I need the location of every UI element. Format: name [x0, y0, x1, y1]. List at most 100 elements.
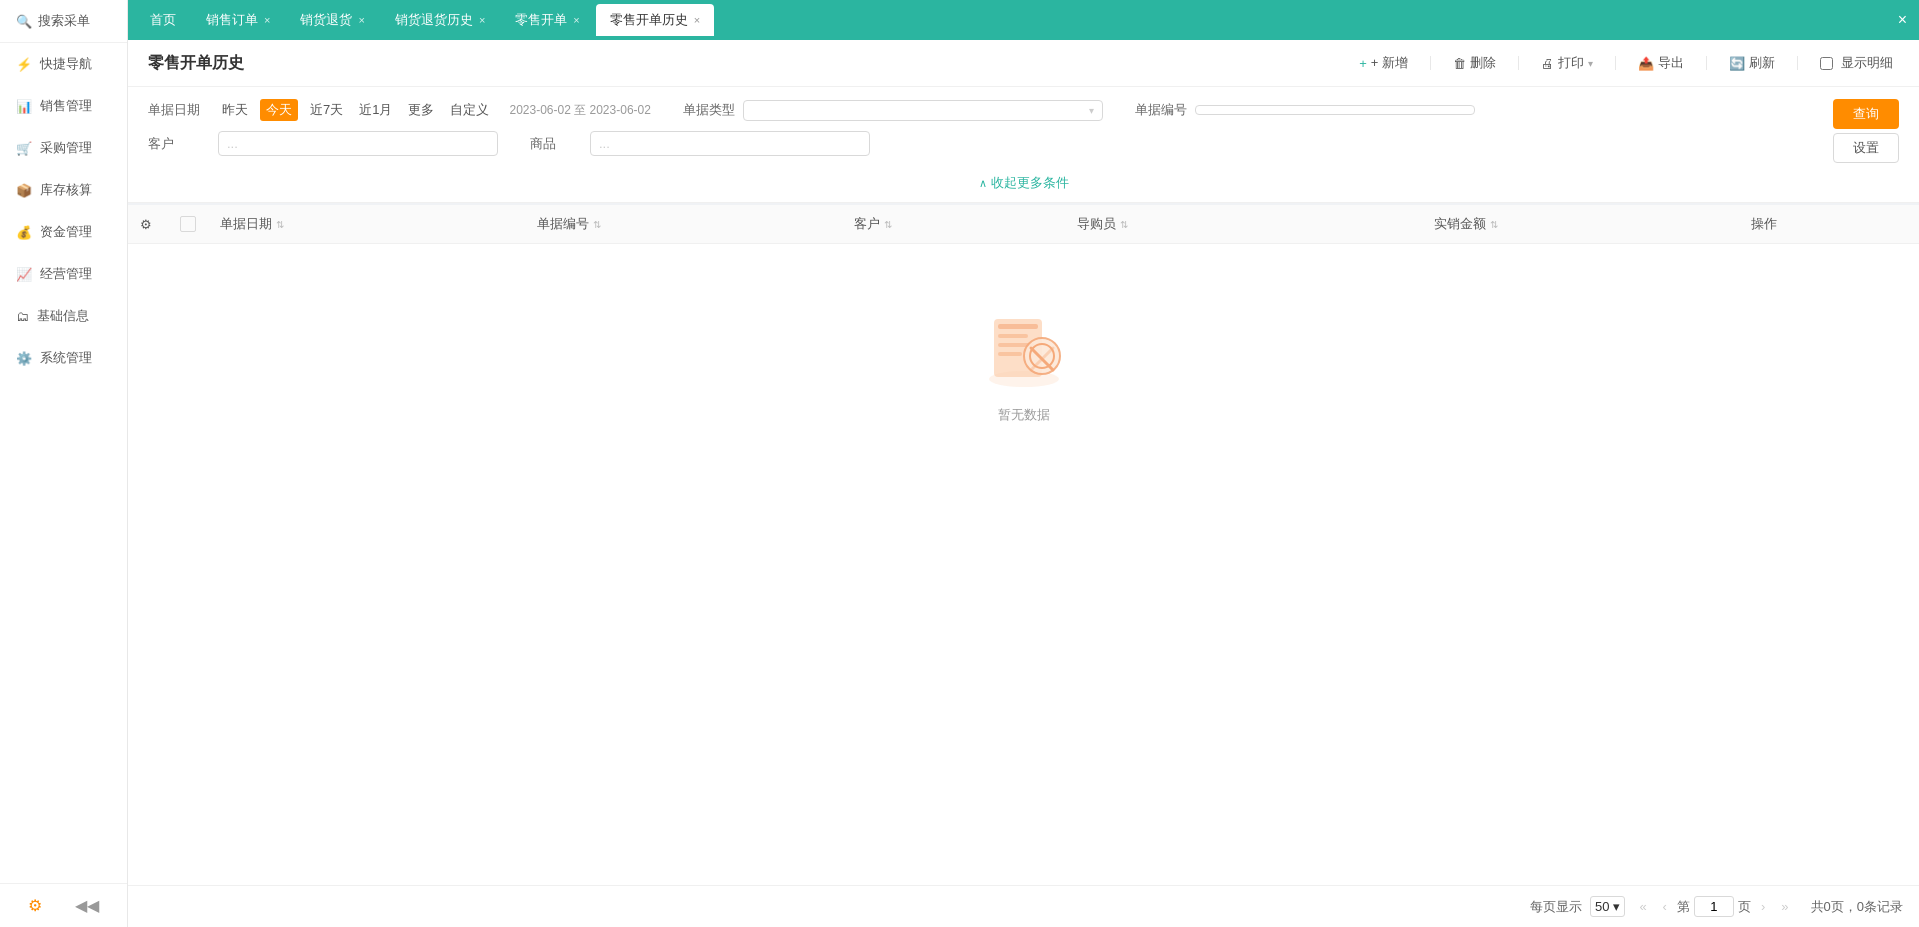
tab-sales-return-history[interactable]: 销货退货历史 ×	[381, 4, 499, 36]
toolbar-divider-3	[1615, 56, 1616, 70]
th-checkbox	[168, 205, 208, 244]
sort-customer-icon: ⇅	[884, 219, 892, 230]
sort-date[interactable]: 单据日期 ⇅	[220, 215, 513, 233]
sidebar-item-label: 销售管理	[40, 97, 92, 115]
settings-icon[interactable]: ⚙	[28, 896, 42, 915]
th-no: 单据编号 ⇅	[525, 205, 842, 244]
refresh-button[interactable]: 🔄 刷新	[1723, 50, 1781, 76]
tab-sales-return[interactable]: 销货退货 ×	[286, 4, 378, 36]
sidebar-item-sales-mgmt[interactable]: 📊 销售管理	[0, 85, 127, 127]
page-first-btn[interactable]: «	[1633, 897, 1652, 916]
filter-settings-button[interactable]: 设置	[1833, 133, 1899, 163]
tab-sales-order[interactable]: 销售订单 ×	[192, 4, 284, 36]
date-option-yesterday[interactable]: 昨天	[218, 99, 252, 121]
page-next-btn[interactable]: ›	[1755, 897, 1771, 916]
delete-icon: 🗑	[1453, 56, 1466, 71]
page-title: 零售开单历史	[148, 53, 244, 74]
order-type-input[interactable]: ▾	[743, 100, 1103, 121]
th-amount: 实销金额 ⇅	[1422, 205, 1739, 244]
table-container: ⚙ 单据日期 ⇅	[128, 205, 1919, 927]
order-type-label: 单据类型	[683, 101, 743, 119]
export-button[interactable]: 📤 导出	[1632, 50, 1690, 76]
sort-amount[interactable]: 实销金额 ⇅	[1434, 215, 1727, 233]
finance-icon: 💰	[16, 225, 32, 240]
th-no-label: 单据编号	[537, 215, 589, 233]
sidebar-item-finance[interactable]: 💰 资金管理	[0, 211, 127, 253]
sort-no[interactable]: 单据编号 ⇅	[537, 215, 830, 233]
date-range: 2023-06-02 至 2023-06-02	[509, 102, 650, 119]
tab-retail-history-close[interactable]: ×	[694, 14, 700, 26]
tab-sales-return-history-close[interactable]: ×	[479, 14, 485, 26]
toolbar-divider-1	[1430, 56, 1431, 70]
date-option-last7[interactable]: 近7天	[306, 99, 347, 121]
th-customer: 客户 ⇅	[842, 205, 1065, 244]
sort-no-icon: ⇅	[593, 219, 601, 230]
date-option-last1m[interactable]: 近1月	[355, 99, 396, 121]
collapse-button[interactable]: ∧ 收起更多条件	[967, 170, 1081, 196]
delete-button[interactable]: 🗑 删除	[1447, 50, 1502, 76]
goods-label: 商品	[530, 135, 590, 153]
tabs-bar: 首页 销售订单 × 销货退货 × 销货退货历史 × 零售开单 × 零售开单历史 …	[128, 0, 1919, 40]
page-navigation: « ‹ 第 页 › »	[1633, 896, 1794, 917]
sidebar-item-quick-nav[interactable]: ⚡ 快捷导航	[0, 43, 127, 85]
tab-retail-open-label: 零售开单	[515, 11, 567, 29]
add-button[interactable]: + + 新增	[1353, 50, 1414, 76]
th-guide-label: 导购员	[1077, 215, 1116, 233]
page-last-btn[interactable]: »	[1775, 897, 1794, 916]
tab-sales-return-close[interactable]: ×	[358, 14, 364, 26]
tab-retail-open[interactable]: 零售开单 ×	[501, 4, 593, 36]
display-detail-button[interactable]: 显示明细	[1814, 50, 1899, 76]
display-detail-checkbox[interactable]	[1820, 57, 1833, 70]
customer-input[interactable]: ...	[218, 131, 498, 156]
print-icon: 🖨	[1541, 56, 1554, 71]
tab-sales-order-label: 销售订单	[206, 11, 258, 29]
order-no-label: 单据编号	[1135, 101, 1195, 119]
window-close-btn[interactable]: ×	[1894, 11, 1911, 29]
table-scroll[interactable]: ⚙ 单据日期 ⇅	[128, 205, 1919, 885]
tab-sales-return-history-label: 销货退货历史	[395, 11, 473, 29]
sidebar-item-label: 基础信息	[37, 307, 89, 325]
query-button[interactable]: 查询	[1833, 99, 1899, 129]
per-page-arrow-icon: ▾	[1613, 899, 1620, 914]
per-page-select[interactable]: 50 ▾	[1590, 896, 1625, 917]
add-icon: +	[1359, 56, 1367, 71]
sort-guide[interactable]: 导购员 ⇅	[1077, 215, 1323, 233]
query-buttons: 查询 设置	[1833, 99, 1899, 163]
sort-date-icon: ⇅	[276, 219, 284, 230]
order-no-input[interactable]	[1195, 105, 1475, 115]
sidebar-bottom: ⚙ ◀◀	[0, 883, 127, 927]
svg-rect-5	[998, 352, 1022, 356]
sidebar-item-basic-info[interactable]: 🗂 基础信息	[0, 295, 127, 337]
date-option-more[interactable]: 更多	[404, 99, 438, 121]
select-all-checkbox[interactable]	[180, 216, 196, 232]
table-settings-icon[interactable]: ⚙	[140, 217, 152, 232]
tab-retail-history[interactable]: 零售开单历史 ×	[596, 4, 714, 36]
th-customer-label: 客户	[854, 215, 880, 233]
sidebar-item-purchase-mgmt[interactable]: 🛒 采购管理	[0, 127, 127, 169]
basic-info-icon: 🗂	[16, 309, 29, 324]
sidebar-item-operations[interactable]: 📈 经营管理	[0, 253, 127, 295]
sort-customer[interactable]: 客户 ⇅	[854, 215, 1053, 233]
per-page-value: 50	[1595, 899, 1609, 914]
tab-retail-open-close[interactable]: ×	[573, 14, 579, 26]
page-prev-btn[interactable]: ‹	[1657, 897, 1673, 916]
tab-sales-order-close[interactable]: ×	[264, 14, 270, 26]
sidebar-item-label: 系统管理	[40, 349, 92, 367]
date-option-custom[interactable]: 自定义	[446, 99, 493, 121]
collapse-up-icon: ∧	[979, 177, 987, 190]
sidebar-search[interactable]: 🔍 搜索采单	[0, 0, 127, 43]
sales-mgmt-icon: 📊	[16, 99, 32, 114]
collapse-icon[interactable]: ◀◀	[75, 896, 99, 915]
pagination: 每页显示 50 ▾ « ‹ 第 页 › » 共0页，0条记录	[128, 885, 1919, 927]
tab-home[interactable]: 首页	[136, 4, 190, 36]
sidebar-item-inventory[interactable]: 📦 库存核算	[0, 169, 127, 211]
date-option-today[interactable]: 今天	[260, 99, 298, 121]
filter-row-2: 客户 ... 商品 ...	[148, 131, 1817, 156]
print-button[interactable]: 🖨 打印 ▾	[1535, 50, 1599, 76]
th-action: 操作	[1739, 205, 1919, 244]
sidebar-item-system[interactable]: ⚙️ 系统管理	[0, 337, 127, 379]
empty-text: 暂无数据	[998, 406, 1050, 424]
page-number-input[interactable]	[1694, 896, 1734, 917]
sort-amount-icon: ⇅	[1490, 219, 1498, 230]
goods-input[interactable]: ...	[590, 131, 870, 156]
